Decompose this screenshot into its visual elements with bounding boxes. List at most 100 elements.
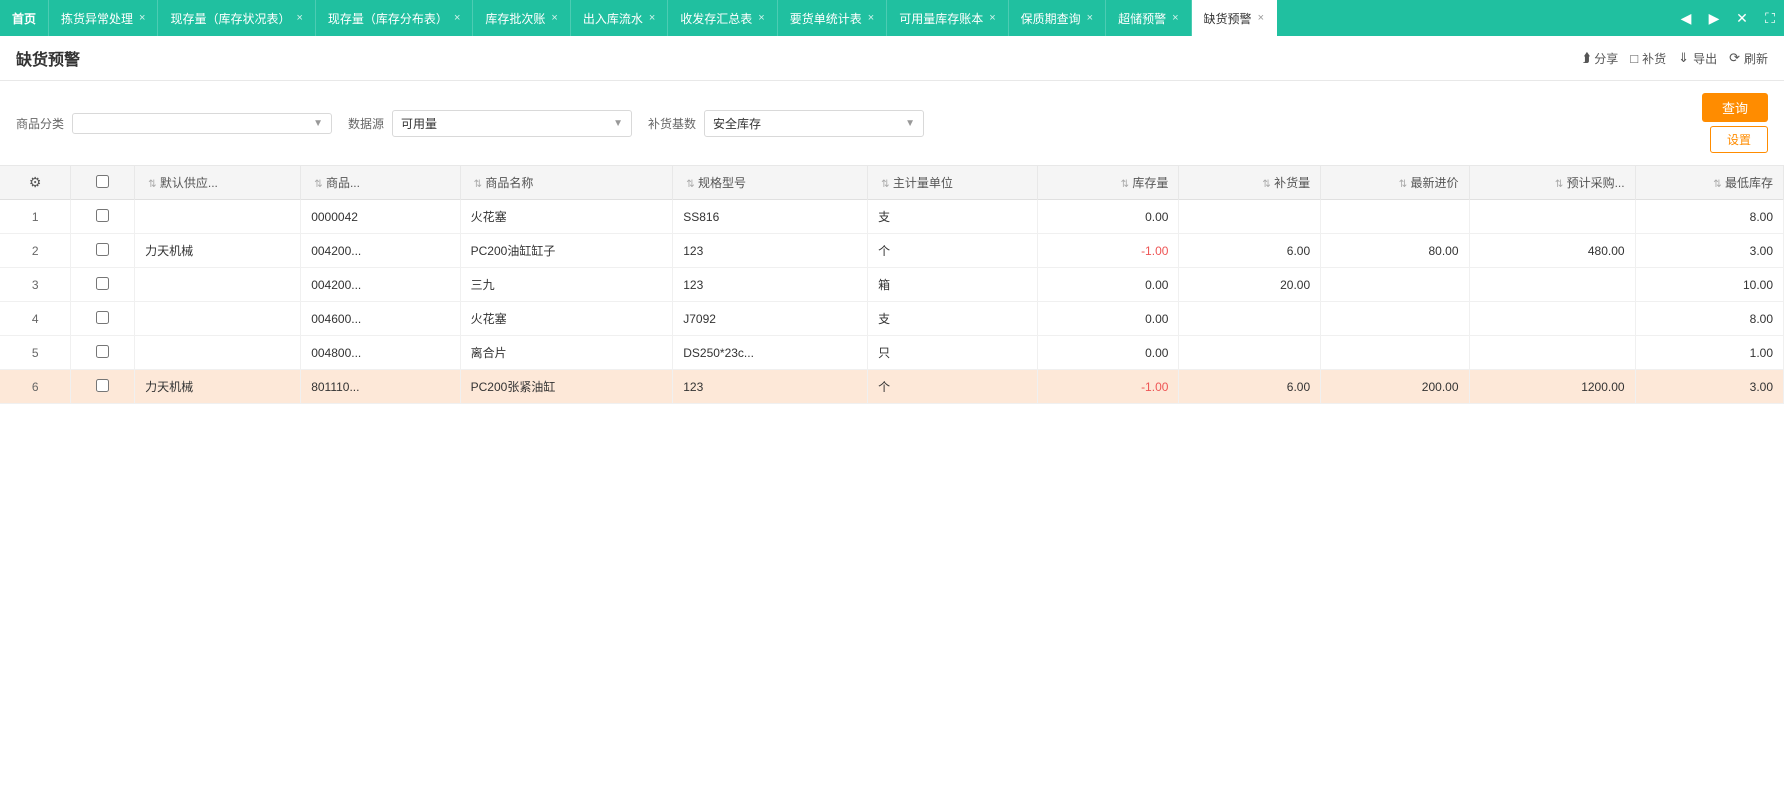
query-button[interactable]: 查询 — [1702, 93, 1768, 122]
table-row[interactable]: 2 力天机械 004200... PC200油缸缸子 123 个 -1.00 6… — [0, 234, 1784, 268]
tab-stock1-close[interactable]: × — [296, 12, 302, 24]
tab-fullscreen-button[interactable]: ⛶ — [1756, 0, 1784, 36]
row-num: 2 — [0, 234, 71, 268]
row-stock: 0.00 — [1037, 268, 1179, 302]
row-stock: 0.00 — [1037, 302, 1179, 336]
table-container: ⚙ ⇅ 默认供应... ⇅ 商品... ⇅ 商品名称 — [0, 166, 1784, 404]
col-header-name: ⇅ 商品名称 — [460, 166, 673, 200]
row-spec: J7092 — [673, 302, 868, 336]
tab-expiry-close[interactable]: × — [1087, 12, 1093, 24]
tab-summary[interactable]: 收发存汇总表 × — [668, 0, 777, 36]
table-row[interactable]: 6 力天机械 801110... PC200张紧油缸 123 个 -1.00 6… — [0, 370, 1784, 404]
tab-order-close[interactable]: × — [868, 12, 874, 24]
row-minstock: 10.00 — [1635, 268, 1783, 302]
row-checkbox-cell[interactable] — [71, 336, 135, 370]
tab-picking[interactable]: 拣货异常处理 × — [49, 0, 158, 36]
table-row[interactable]: 3 004200... 三九 123 箱 0.00 20.00 10.00 — [0, 268, 1784, 302]
row-stock: -1.00 — [1037, 370, 1179, 404]
table-row[interactable]: 1 0000042 火花塞 SS816 支 0.00 8.00 — [0, 200, 1784, 234]
row-code: 801110... — [301, 370, 460, 404]
tab-shortage[interactable]: 缺货预警 × — [1192, 0, 1277, 36]
row-checkbox-cell[interactable] — [71, 234, 135, 268]
tab-expiry[interactable]: 保质期查询 × — [1009, 0, 1106, 36]
share-icon: ⮭ — [1583, 50, 1591, 66]
row-minstock: 8.00 — [1635, 200, 1783, 234]
tab-available-close[interactable]: × — [989, 12, 995, 24]
row-replenish — [1179, 336, 1321, 370]
row-minstock: 3.00 — [1635, 234, 1783, 268]
row-purchase — [1469, 302, 1635, 336]
category-select-arrow: ▼ — [313, 118, 323, 129]
row-purchase — [1469, 336, 1635, 370]
datasource-select[interactable]: 可用量 ▼ — [392, 110, 632, 137]
category-select[interactable]: ▼ — [72, 113, 332, 134]
tab-batch-close[interactable]: × — [551, 12, 557, 24]
tab-close-all-button[interactable]: ✕ — [1728, 0, 1756, 36]
tab-stock2[interactable]: 现存量（库存分布表） × — [316, 0, 473, 36]
refresh-button[interactable]: ⟳ 刷新 — [1729, 50, 1768, 67]
row-checkbox-cell[interactable] — [71, 302, 135, 336]
row-spec: 123 — [673, 370, 868, 404]
share-button[interactable]: ⮭ 分享 — [1583, 50, 1619, 67]
tab-picking-close[interactable]: × — [139, 12, 145, 24]
code-col-label: 商品... — [326, 176, 360, 190]
tab-next-button[interactable]: ▶ — [1700, 0, 1728, 36]
tab-prev-button[interactable]: ◀ — [1672, 0, 1700, 36]
row-checkbox[interactable] — [96, 209, 109, 222]
row-num: 4 — [0, 302, 71, 336]
select-all-checkbox[interactable] — [96, 175, 109, 188]
row-checkbox-cell[interactable] — [71, 200, 135, 234]
sort-minstock-icon: ⇅ — [1713, 179, 1721, 190]
tab-home[interactable]: 首页 — [0, 0, 49, 36]
row-purchase: 480.00 — [1469, 234, 1635, 268]
tab-flow[interactable]: 出入库流水 × — [571, 0, 668, 36]
row-supplier: 力天机械 — [135, 234, 301, 268]
col-settings[interactable]: ⚙ — [0, 166, 71, 200]
tab-overstock-close[interactable]: × — [1172, 12, 1178, 24]
row-supplier: 力天机械 — [135, 370, 301, 404]
tab-flow-close[interactable]: × — [649, 12, 655, 24]
tab-shortage-close[interactable]: × — [1258, 12, 1264, 24]
tab-stock2-close[interactable]: × — [454, 12, 460, 24]
tab-available[interactable]: 可用量库存账本 × — [887, 0, 1008, 36]
replenish-base-select[interactable]: 安全库存 ▼ — [704, 110, 924, 137]
sort-name-icon: ⇅ — [474, 179, 482, 190]
row-checkbox[interactable] — [96, 311, 109, 324]
export-button[interactable]: ⇓ 导出 — [1678, 50, 1717, 67]
tab-overstock[interactable]: 超储预警 × — [1106, 0, 1191, 36]
col-header-unit: ⇅ 主计量单位 — [868, 166, 1038, 200]
row-price: 80.00 — [1321, 234, 1469, 268]
row-purchase — [1469, 200, 1635, 234]
tab-order-label: 要货单统计表 — [790, 10, 862, 27]
row-checkbox-cell[interactable] — [71, 370, 135, 404]
tab-batch[interactable]: 库存批次账 × — [473, 0, 570, 36]
gear-icon: ⚙ — [29, 174, 42, 190]
tab-order[interactable]: 要货单统计表 × — [778, 0, 887, 36]
row-replenish: 6.00 — [1179, 234, 1321, 268]
sort-stock-icon: ⇅ — [1121, 179, 1129, 190]
row-num: 1 — [0, 200, 71, 234]
table-row[interactable]: 5 004800... 离合片 DS250*23c... 只 0.00 1.00 — [0, 336, 1784, 370]
tab-stock1[interactable]: 现存量（库存状况表） × — [158, 0, 315, 36]
tab-flow-label: 出入库流水 — [583, 10, 643, 27]
col-select-all[interactable] — [71, 166, 135, 200]
supplier-col-label: 默认供应... — [160, 176, 218, 190]
row-spec: 123 — [673, 268, 868, 302]
export-label: 导出 — [1693, 50, 1717, 67]
row-checkbox[interactable] — [96, 277, 109, 290]
replenish-filter-group: 补货基数 安全库存 ▼ — [648, 110, 924, 137]
tab-available-label: 可用量库存账本 — [899, 10, 983, 27]
settings-button[interactable]: 设置 — [1710, 126, 1768, 153]
row-stock: 0.00 — [1037, 200, 1179, 234]
row-checkbox-cell[interactable] — [71, 268, 135, 302]
tab-overstock-label: 超储预警 — [1118, 10, 1166, 27]
replenish-button[interactable]: □ 补货 — [1630, 50, 1666, 67]
row-replenish — [1179, 200, 1321, 234]
row-checkbox[interactable] — [96, 345, 109, 358]
row-checkbox[interactable] — [96, 243, 109, 256]
tab-bar: 首页 拣货异常处理 × 现存量（库存状况表） × 现存量（库存分布表） × 库存… — [0, 0, 1784, 36]
table-row[interactable]: 4 004600... 火花塞 J7092 支 0.00 8.00 — [0, 302, 1784, 336]
row-minstock: 1.00 — [1635, 336, 1783, 370]
row-checkbox[interactable] — [96, 379, 109, 392]
tab-summary-close[interactable]: × — [758, 12, 764, 24]
